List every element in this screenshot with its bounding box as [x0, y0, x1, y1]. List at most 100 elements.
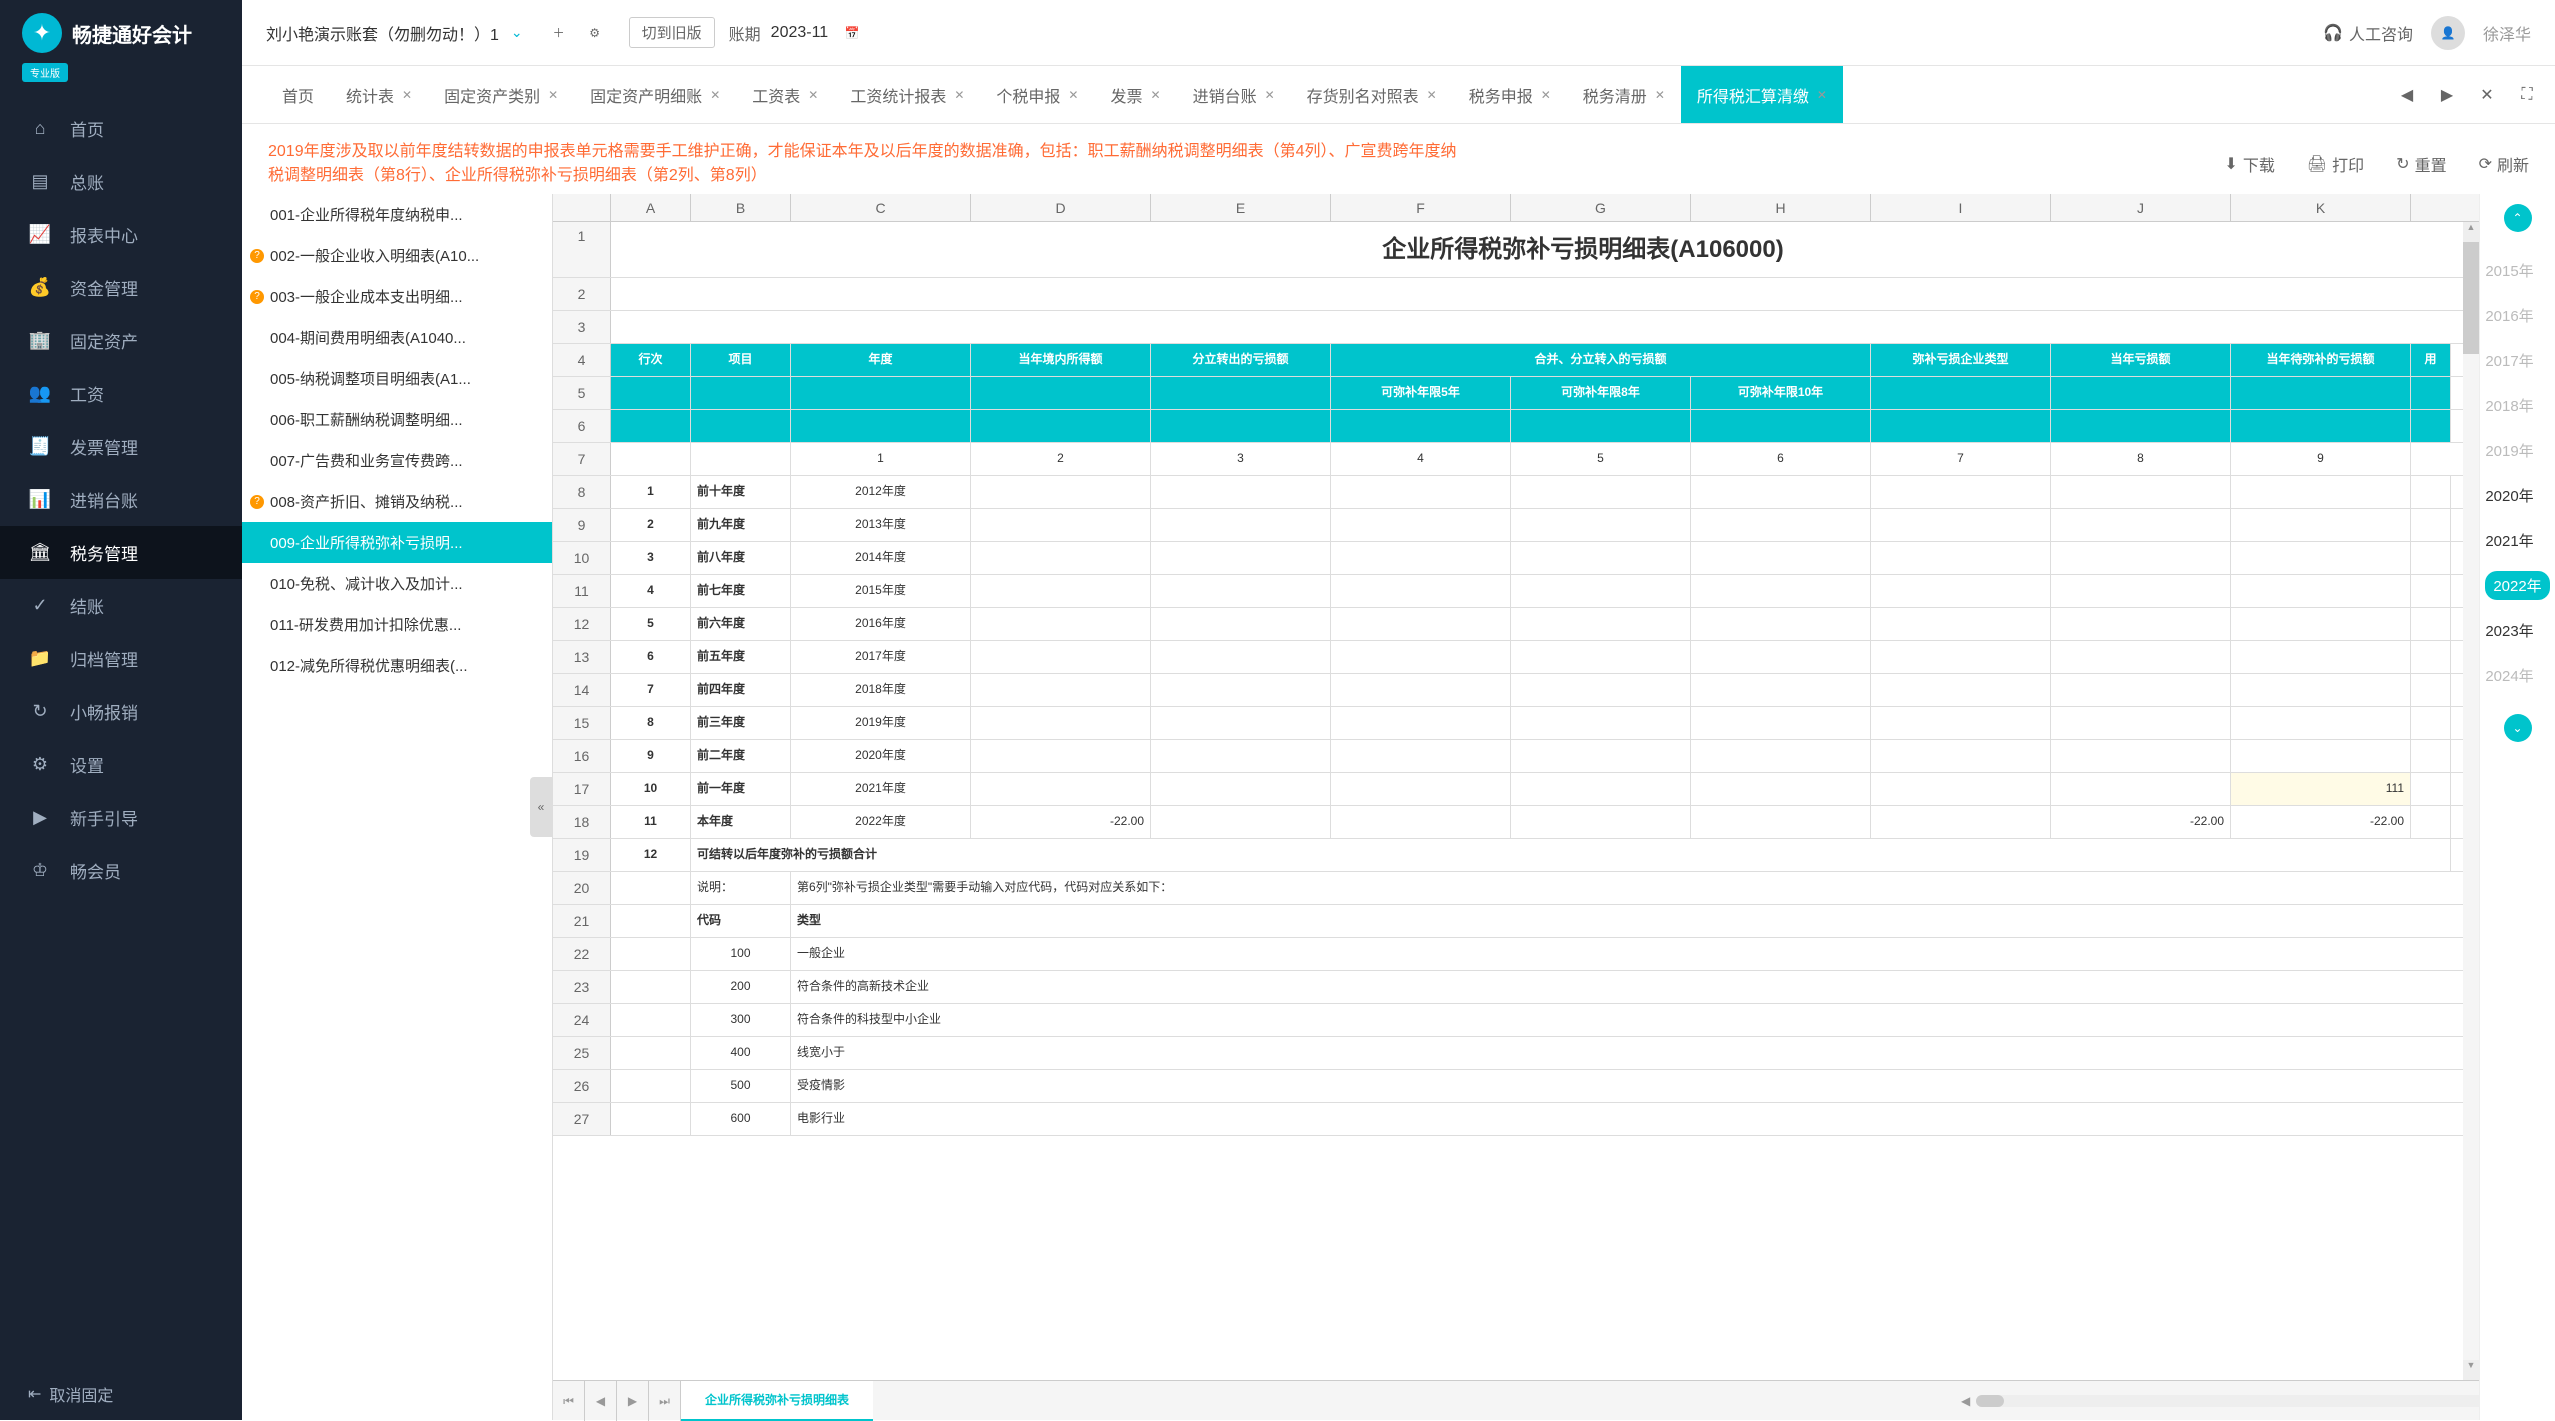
cell[interactable]: [2411, 575, 2451, 607]
cell[interactable]: 前二年度: [691, 740, 791, 772]
cell[interactable]: [1331, 476, 1511, 508]
tab-close-icon[interactable]: ✕: [1151, 88, 1161, 102]
cell[interactable]: [1511, 575, 1691, 607]
nav-item[interactable]: ⚙设置: [0, 738, 242, 791]
cell[interactable]: [1691, 674, 1871, 706]
cell[interactable]: 400: [691, 1037, 791, 1069]
column-header[interactable]: K: [2231, 194, 2411, 221]
nav-item[interactable]: 🧾发票管理: [0, 420, 242, 473]
cell[interactable]: [1331, 674, 1511, 706]
cell[interactable]: [1511, 608, 1691, 640]
cell[interactable]: 4: [1331, 443, 1511, 475]
cell[interactable]: 2018年度: [791, 674, 971, 706]
form-list-item[interactable]: 012-减免所得税优惠明细表(...: [242, 645, 552, 686]
cell[interactable]: [2051, 542, 2231, 574]
sheet-next-button[interactable]: ▶: [617, 1381, 649, 1421]
column-header[interactable]: J: [2051, 194, 2231, 221]
row-header[interactable]: 23: [553, 971, 611, 1003]
row-header[interactable]: 4: [553, 344, 611, 376]
cell[interactable]: 8: [2051, 443, 2231, 475]
cell[interactable]: 类型: [791, 905, 2451, 937]
cell[interactable]: 3: [611, 542, 691, 574]
row-header[interactable]: 9: [553, 509, 611, 541]
cell[interactable]: [1151, 476, 1331, 508]
sheet-prev-button[interactable]: ◀: [585, 1381, 617, 1421]
cell[interactable]: 2012年度: [791, 476, 971, 508]
reset-button[interactable]: ↻重置: [2396, 152, 2446, 176]
cell[interactable]: 600: [691, 1103, 791, 1135]
cell[interactable]: 前三年度: [691, 707, 791, 739]
cell[interactable]: -22.00: [2231, 806, 2411, 838]
cell[interactable]: 2017年度: [791, 641, 971, 673]
tab-close-icon[interactable]: ✕: [710, 88, 720, 102]
cell[interactable]: 3: [1151, 443, 1331, 475]
tab[interactable]: 个税申报✕: [980, 66, 1094, 123]
collapse-handle[interactable]: «: [530, 777, 552, 837]
tabs-fullscreen-button[interactable]: ⛶: [2507, 75, 2547, 115]
form-list-item[interactable]: 011-研发费用加计扣除优惠...: [242, 604, 552, 645]
cell[interactable]: [611, 1070, 691, 1102]
cell[interactable]: 2: [971, 443, 1151, 475]
cell[interactable]: [2231, 674, 2411, 706]
cell[interactable]: [1871, 773, 2051, 805]
row-header[interactable]: 10: [553, 542, 611, 574]
cell[interactable]: 5: [611, 608, 691, 640]
cell[interactable]: [1511, 773, 1691, 805]
tab[interactable]: 发票✕: [1094, 66, 1176, 123]
cell[interactable]: [2051, 509, 2231, 541]
nav-item[interactable]: ♔畅会员: [0, 844, 242, 897]
column-header[interactable]: G: [1511, 194, 1691, 221]
tab-close-icon[interactable]: ✕: [548, 88, 558, 102]
cell[interactable]: [611, 938, 691, 970]
cell[interactable]: [1691, 773, 1871, 805]
cell[interactable]: [2411, 806, 2451, 838]
cell[interactable]: 2020年度: [791, 740, 971, 772]
cell[interactable]: [1691, 542, 1871, 574]
row-header[interactable]: 3: [553, 311, 611, 343]
form-list-item[interactable]: 005-纳税调整项目明细表(A1...: [242, 358, 552, 399]
row-header[interactable]: 12: [553, 608, 611, 640]
tab[interactable]: 税务申报✕: [1453, 66, 1567, 123]
cell[interactable]: [611, 1037, 691, 1069]
unpin-button[interactable]: ⇤ 取消固定: [0, 1368, 242, 1420]
cell[interactable]: 本年度: [691, 806, 791, 838]
cell[interactable]: 2: [611, 509, 691, 541]
cell[interactable]: [1151, 674, 1331, 706]
nav-item[interactable]: 📁归档管理: [0, 632, 242, 685]
cell[interactable]: 线宽小于: [791, 1037, 2451, 1069]
row-header[interactable]: 14: [553, 674, 611, 706]
cell[interactable]: [971, 509, 1151, 541]
cell[interactable]: [2411, 707, 2451, 739]
nav-item[interactable]: 👥工资: [0, 367, 242, 420]
form-list-item[interactable]: 003-一般企业成本支出明细...: [242, 276, 552, 317]
tab[interactable]: 税务清册✕: [1567, 66, 1681, 123]
account-settings-icon[interactable]: ⚙: [579, 17, 611, 49]
column-header[interactable]: D: [971, 194, 1151, 221]
cell[interactable]: [1691, 707, 1871, 739]
cell[interactable]: [1331, 509, 1511, 541]
print-button[interactable]: 🖨打印: [2307, 152, 2364, 176]
cell[interactable]: [2051, 476, 2231, 508]
cell[interactable]: [1511, 509, 1691, 541]
year-up-button[interactable]: ⌃: [2504, 204, 2532, 232]
cell[interactable]: [971, 707, 1151, 739]
tab-close-icon[interactable]: ✕: [808, 88, 818, 102]
column-header[interactable]: I: [1871, 194, 2051, 221]
cell[interactable]: [2411, 608, 2451, 640]
form-list-item[interactable]: 007-广告费和业务宣传费跨...: [242, 440, 552, 481]
cell[interactable]: [1691, 509, 1871, 541]
cell[interactable]: 前八年度: [691, 542, 791, 574]
cell[interactable]: [2411, 740, 2451, 772]
nav-item[interactable]: 📊进销台账: [0, 473, 242, 526]
tab[interactable]: 首页: [266, 66, 330, 123]
cell[interactable]: [1511, 641, 1691, 673]
cell[interactable]: [2411, 509, 2451, 541]
cell[interactable]: [2411, 674, 2451, 706]
cell[interactable]: [1871, 641, 2051, 673]
switch-version-button[interactable]: 切到旧版: [629, 17, 715, 48]
cell[interactable]: 6: [611, 641, 691, 673]
cell[interactable]: 第6列"弥补亏损企业类型"需要手动输入对应代码，代码对应关系如下：: [791, 872, 2451, 904]
tab[interactable]: 统计表✕: [330, 66, 428, 123]
nav-item[interactable]: ⌂首页: [0, 102, 242, 155]
cell[interactable]: 1: [791, 443, 971, 475]
